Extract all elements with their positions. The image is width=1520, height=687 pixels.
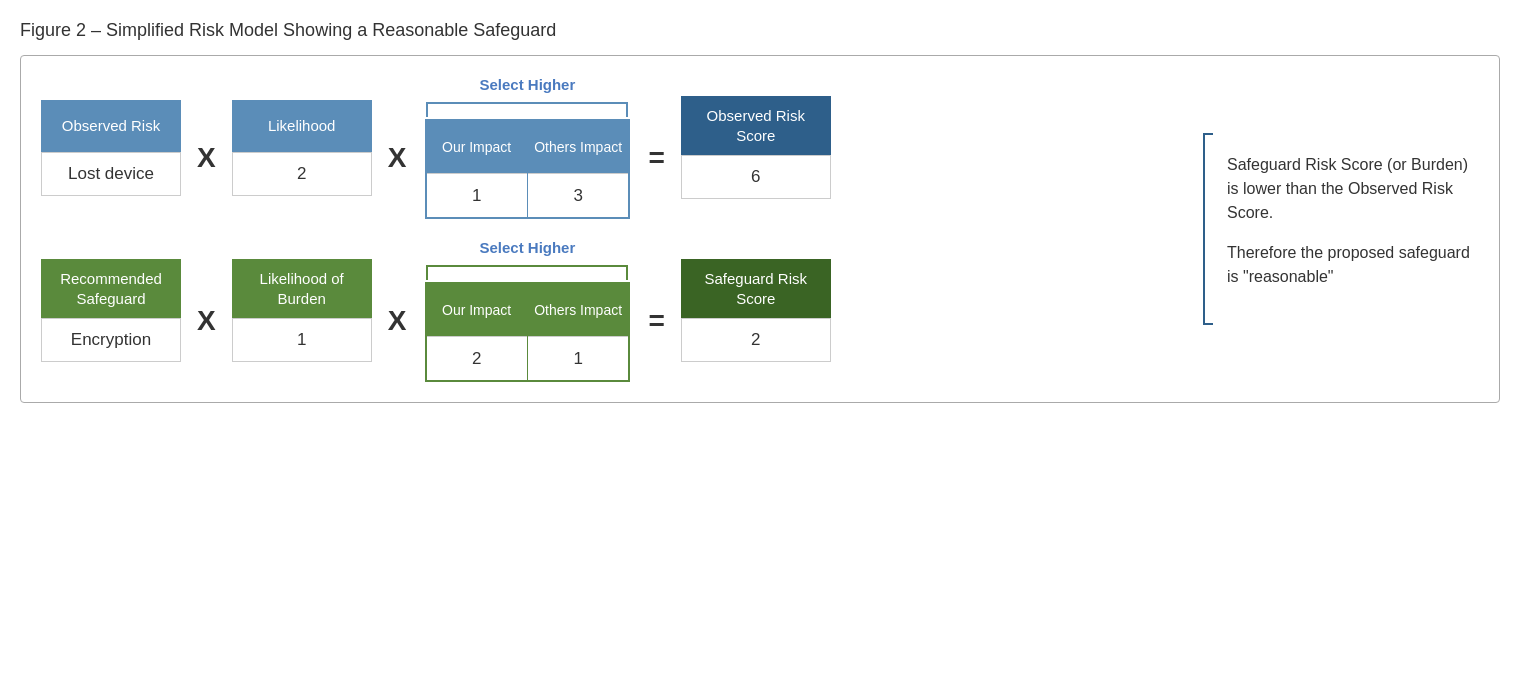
observed-risk-value: Lost device	[41, 152, 181, 196]
top-double-block: Our Impact 1 Others Impact 3	[425, 119, 631, 219]
top-our-impact-header: Our Impact	[427, 121, 527, 173]
bottom-bracket-svg	[422, 260, 632, 282]
likelihood-block: Likelihood 2	[232, 100, 372, 196]
top-multiply-operator: X	[191, 142, 222, 174]
top-others-impact-value: 3	[528, 173, 628, 217]
right-text-paragraph2: Therefore the proposed safeguard is "rea…	[1227, 241, 1479, 289]
right-text-paragraph1: Safeguard Risk Score (or Burden) is lowe…	[1227, 153, 1479, 225]
bottom-others-impact-header: Others Impact	[528, 284, 628, 336]
top-equals-operator: =	[642, 142, 670, 174]
observed-risk-score-header: Observed Risk Score	[681, 96, 831, 155]
safeguard-risk-score-value: 2	[681, 318, 831, 362]
right-text: Safeguard Risk Score (or Burden) is lowe…	[1217, 153, 1479, 305]
top-multiply-operator-2: X	[382, 142, 413, 174]
top-row: Observed Risk Lost device X Likelihood 2…	[41, 76, 1199, 219]
likelihood-header: Likelihood	[232, 100, 372, 152]
observed-risk-score-block: Observed Risk Score 6	[681, 96, 831, 199]
bottom-impact-container: Select Higher Our Impact 2 Others Impact	[422, 239, 632, 382]
right-bracket-svg	[1199, 129, 1217, 329]
top-bracket-svg	[422, 97, 632, 119]
likelihood-burden-value: 1	[232, 318, 372, 362]
bottom-equals-operator: =	[642, 305, 670, 337]
observed-risk-score-value: 6	[681, 155, 831, 199]
likelihood-burden-header: Likelihood of Burden	[232, 259, 372, 318]
top-others-impact-header: Others Impact	[528, 121, 628, 173]
bottom-multiply-operator: X	[191, 305, 222, 337]
figure-title: Figure 2 – Simplified Risk Model Showing…	[20, 20, 1500, 41]
bottom-row: Recommended Safeguard Encryption X Likel…	[41, 239, 1199, 382]
left-section: Observed Risk Lost device X Likelihood 2…	[41, 76, 1199, 382]
bottom-others-impact-value: 1	[528, 336, 628, 380]
recommended-safeguard-header: Recommended Safeguard	[41, 259, 181, 318]
safeguard-risk-score-block: Safeguard Risk Score 2	[681, 259, 831, 362]
likelihood-value: 2	[232, 152, 372, 196]
observed-risk-block: Observed Risk Lost device	[41, 100, 181, 196]
safeguard-risk-score-header: Safeguard Risk Score	[681, 259, 831, 318]
bottom-select-higher-label: Select Higher	[479, 239, 575, 256]
recommended-safeguard-block: Recommended Safeguard Encryption	[41, 259, 181, 362]
bottom-our-impact-header: Our Impact	[427, 284, 527, 336]
bottom-multiply-operator-2: X	[382, 305, 413, 337]
top-others-impact-block: Others Impact 3	[528, 121, 628, 217]
top-our-impact-value: 1	[427, 173, 527, 217]
top-our-impact-block: Our Impact 1	[427, 121, 527, 217]
bottom-our-impact-value: 2	[427, 336, 527, 380]
top-impact-container: Select Higher Our Impact 1 Others Impact	[422, 76, 632, 219]
recommended-safeguard-value: Encryption	[41, 318, 181, 362]
diagram-box: Observed Risk Lost device X Likelihood 2…	[20, 55, 1500, 403]
likelihood-burden-block: Likelihood of Burden 1	[232, 259, 372, 362]
right-section: Safeguard Risk Score (or Burden) is lowe…	[1199, 153, 1479, 305]
bottom-others-impact-block: Others Impact 1	[528, 284, 628, 380]
bottom-double-block: Our Impact 2 Others Impact 1	[425, 282, 631, 382]
bottom-our-impact-block: Our Impact 2	[427, 284, 527, 380]
top-select-higher-label: Select Higher	[479, 76, 575, 93]
observed-risk-header: Observed Risk	[41, 100, 181, 152]
